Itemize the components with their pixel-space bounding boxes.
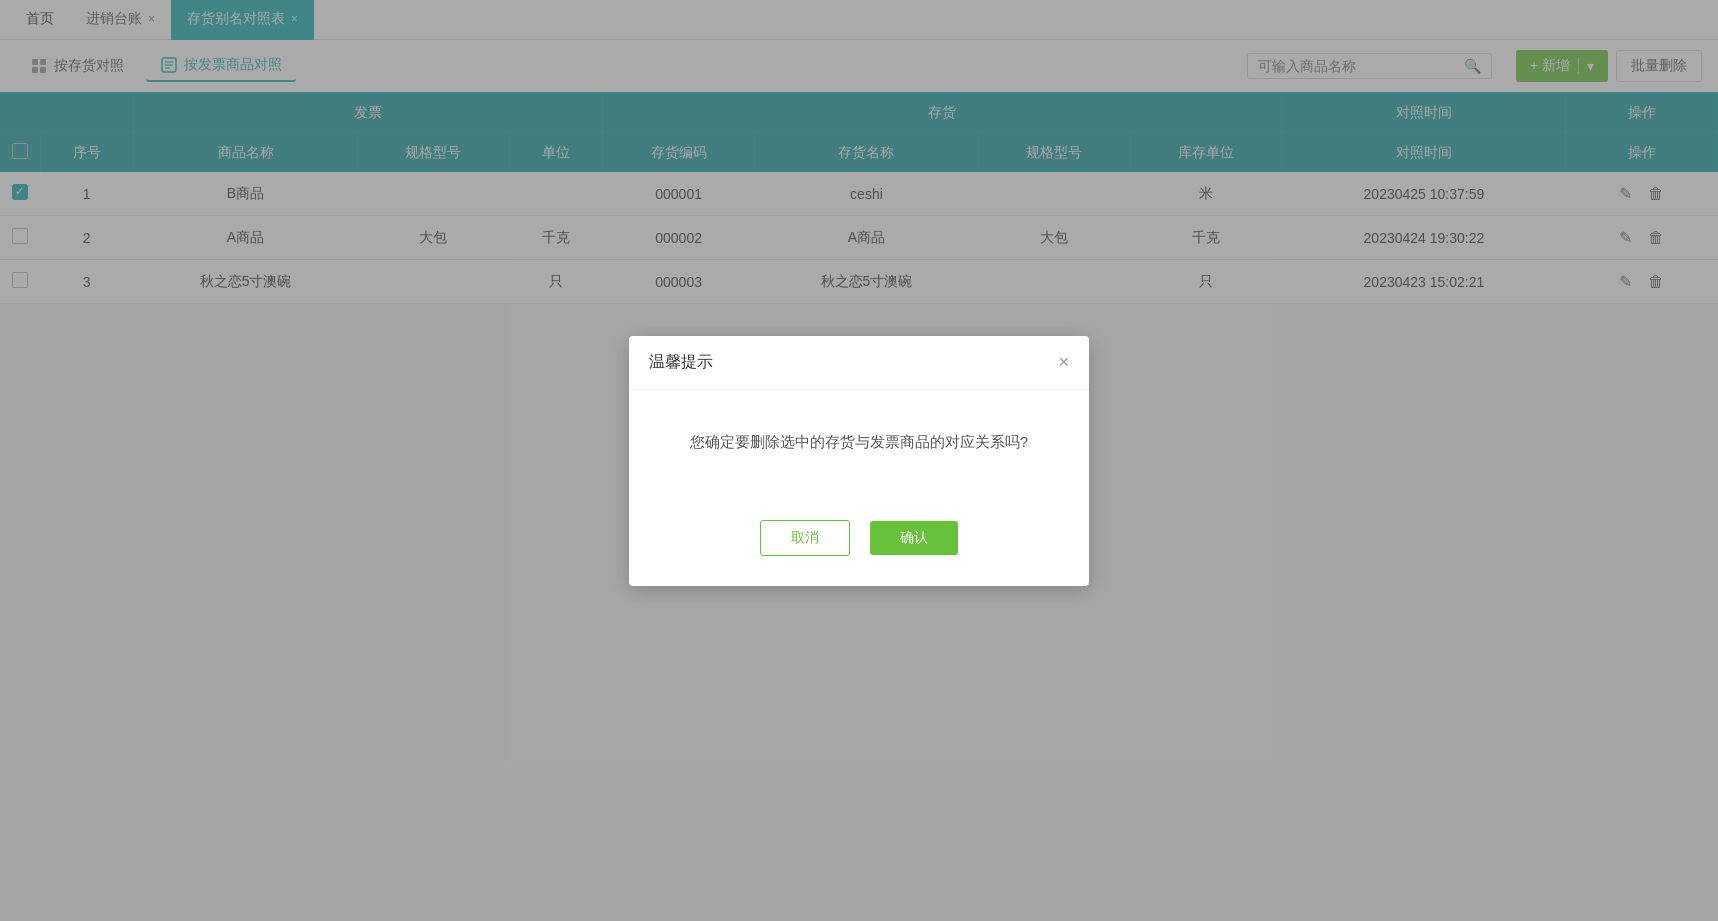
dialog-footer: 取消 确认 xyxy=(629,500,1089,586)
dialog-overlay: 温馨提示 × 您确定要删除选中的存货与发票商品的对应关系吗? 取消 确认 xyxy=(0,0,1718,921)
dialog-close-button[interactable]: × xyxy=(1058,353,1069,371)
dialog-title: 温馨提示 xyxy=(649,352,713,373)
dialog-body: 您确定要删除选中的存货与发票商品的对应关系吗? xyxy=(629,390,1089,500)
dialog-confirm-label: 确认 xyxy=(900,529,928,545)
confirm-dialog: 温馨提示 × 您确定要删除选中的存货与发票商品的对应关系吗? 取消 确认 xyxy=(629,336,1089,586)
dialog-header: 温馨提示 × xyxy=(629,336,1089,390)
dialog-cancel-button[interactable]: 取消 xyxy=(760,520,850,556)
dialog-cancel-label: 取消 xyxy=(791,529,819,545)
dialog-message: 您确定要删除选中的存货与发票商品的对应关系吗? xyxy=(690,433,1028,450)
dialog-confirm-button[interactable]: 确认 xyxy=(870,521,958,555)
